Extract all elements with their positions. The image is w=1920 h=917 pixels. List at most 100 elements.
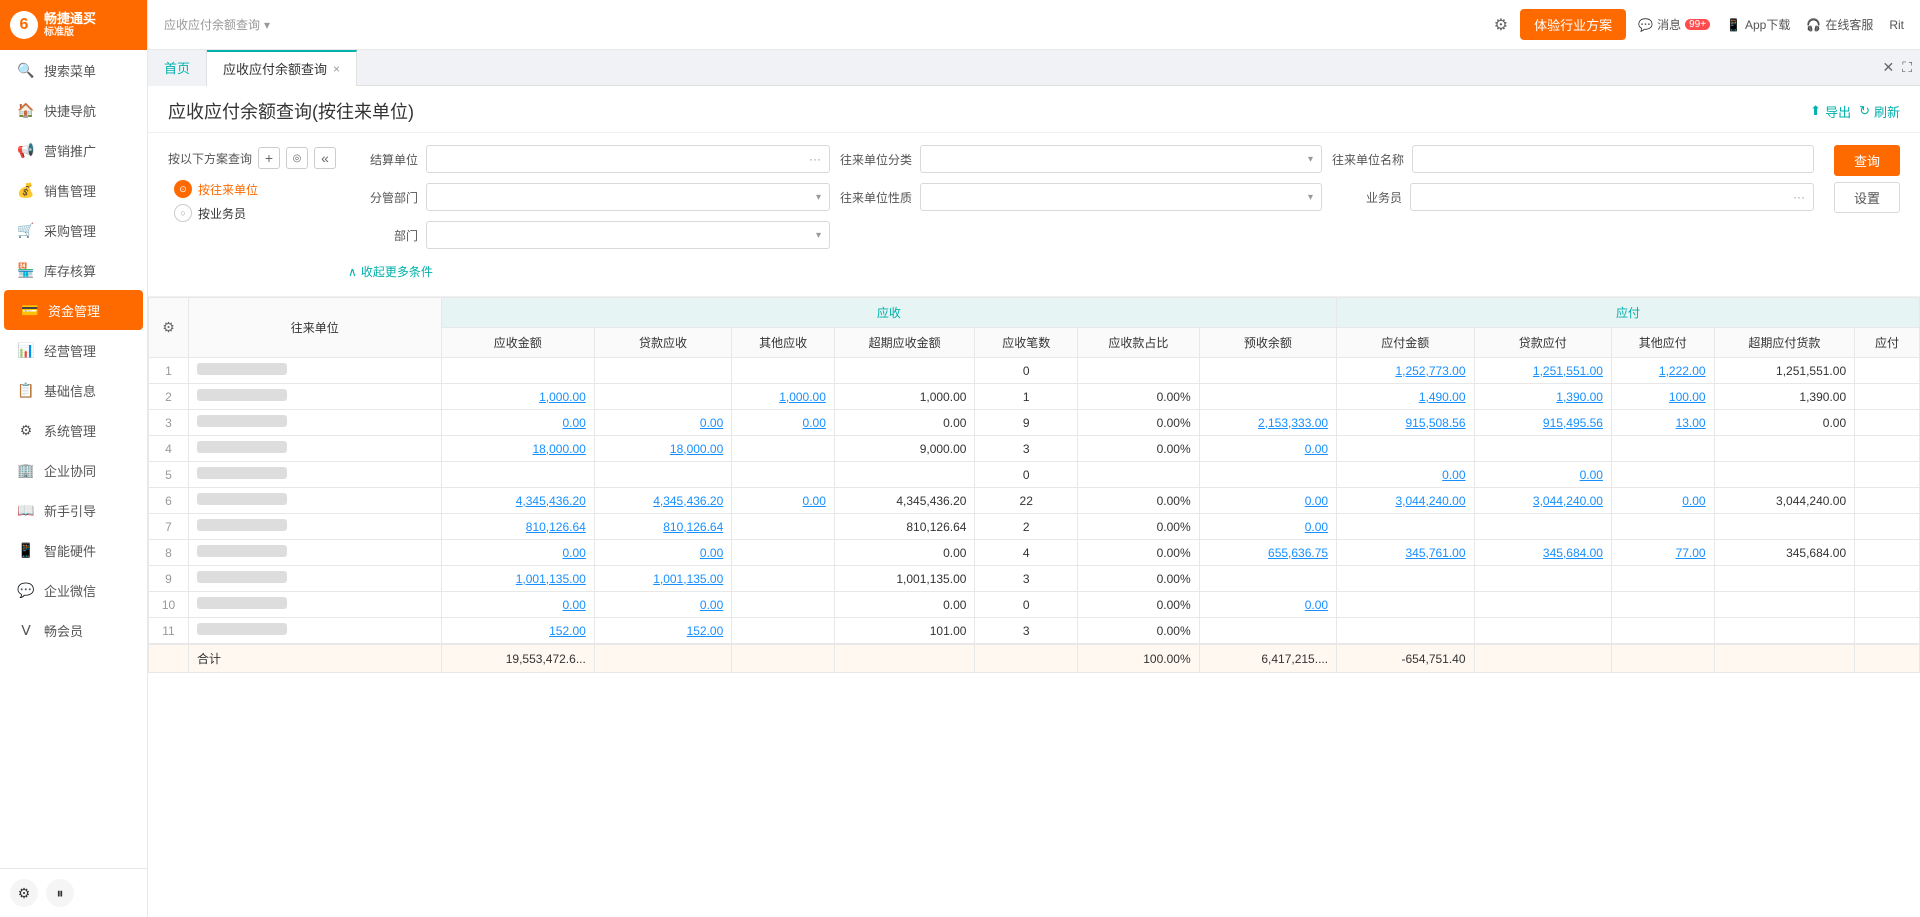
sidebar-item-search[interactable]: 🔍 搜索菜单 (0, 50, 147, 90)
cell-dk-yingshou[interactable]: 0.00 (594, 592, 731, 618)
settings-bottom-btn[interactable]: ⚙ (10, 879, 38, 907)
tab-close-window-btn[interactable]: ✕ (1882, 59, 1894, 76)
cell-yingshou-je[interactable]: 810,126.64 (441, 514, 594, 540)
sidebar-item-wechat[interactable]: 💬 企业微信 (0, 570, 147, 610)
cell-yingshou-je[interactable]: 4,345,436.20 (441, 488, 594, 514)
filter-collapse-btn[interactable]: « (314, 147, 336, 169)
sidebar-item-quicknav[interactable]: 🏠 快捷导航 (0, 90, 147, 130)
sidebar-item-purchase[interactable]: 🛒 采购管理 (0, 210, 147, 250)
cell-dk-yingshou[interactable]: 810,126.64 (594, 514, 731, 540)
mode-by-partner[interactable]: ⊙ 按往来单位 (168, 177, 336, 201)
cell-yushou[interactable]: 0.00 (1199, 514, 1336, 540)
cell-qt-yingshou[interactable]: 0.00 (732, 410, 835, 436)
cell-dk-yingshou[interactable]: 18,000.00 (594, 436, 731, 462)
cell-dk-yingshou[interactable]: 4,345,436.20 (594, 488, 731, 514)
sidebar-item-sales-label: 销售管理 (44, 181, 96, 200)
sidebar-item-hardware[interactable]: 📱 智能硬件 (0, 530, 147, 570)
filter-settlement-input[interactable]: ··· (426, 145, 830, 173)
cell-qt-yingfu[interactable]: 77.00 (1611, 540, 1714, 566)
cell-yushou[interactable]: 655,636.75 (1199, 540, 1336, 566)
cell-zhanbi: 0.00% (1078, 566, 1200, 592)
topbar-message-btn[interactable]: 💬 消息 99+ (1638, 16, 1710, 33)
filter-salesperson-input[interactable]: ··· (1410, 183, 1814, 211)
sidebar-item-basic[interactable]: 📋 基础信息 (0, 370, 147, 410)
filter-scheme-btn[interactable]: ◎ (286, 147, 308, 169)
cell-partner-name (189, 488, 442, 514)
col-chaoqi-yingfu: 超期应付货款 (1714, 328, 1855, 358)
cell-yushou[interactable]: 0.00 (1199, 436, 1336, 462)
sidebar-item-marketing[interactable]: 📢 营销推广 (0, 130, 147, 170)
cell-qt-yingfu[interactable]: 100.00 (1611, 384, 1714, 410)
topbar-service-btn[interactable]: 🎧 在线客服 (1806, 16, 1873, 33)
export-btn[interactable]: ⬆ 导出 (1810, 102, 1851, 121)
topbar-user[interactable]: Rit (1889, 18, 1904, 32)
cell-yushou[interactable]: 2,153,333.00 (1199, 410, 1336, 436)
cell-yingfu-je[interactable]: 345,761.00 (1337, 540, 1474, 566)
cell-dk-yingfu (1474, 592, 1611, 618)
filter-partner-name-input[interactable] (1412, 145, 1814, 173)
filter-add-btn[interactable]: + (258, 147, 280, 169)
cell-yingshou-je[interactable]: 1,001,135.00 (441, 566, 594, 592)
cell-yushou[interactable]: 0.00 (1199, 592, 1336, 618)
sidebar-item-inventory[interactable]: 🏪 库存核算 (0, 250, 147, 290)
cell-yingfu-je[interactable]: 1,252,773.00 (1337, 358, 1474, 384)
cell-zhanbi: 0.00% (1078, 618, 1200, 645)
cell-dk-yingfu[interactable]: 1,390.00 (1474, 384, 1611, 410)
cell-qt-yingfu[interactable]: 0.00 (1611, 488, 1714, 514)
sidebar-item-sales[interactable]: 💰 销售管理 (0, 170, 147, 210)
sidebar-item-operation[interactable]: 📊 经营管理 (0, 330, 147, 370)
cell-yingshou-je[interactable]: 0.00 (441, 410, 594, 436)
cell-qt-yingfu[interactable]: 13.00 (1611, 410, 1714, 436)
cell-yingfu-je[interactable]: 0.00 (1337, 462, 1474, 488)
mode-by-salesperson[interactable]: ○ 按业务员 (168, 201, 336, 225)
sidebar-item-enterprise[interactable]: 🏢 企业协同 (0, 450, 147, 490)
cell-yingshou-je[interactable]: 0.00 (441, 540, 594, 566)
setting-btn[interactable]: 设置 (1834, 182, 1900, 213)
filter-partner-nature-input[interactable]: ▾ (920, 183, 1322, 211)
refresh-btn[interactable]: ↻ 刷新 (1859, 102, 1900, 121)
cell-yingshou-je[interactable]: 1,000.00 (441, 384, 594, 410)
cell-dk-yingshou[interactable]: 1,001,135.00 (594, 566, 731, 592)
sidebar-item-system[interactable]: ⚙ 系统管理 (0, 410, 147, 450)
tab-balance-query[interactable]: 应收应付余额查询 × (207, 50, 357, 86)
collapse-conditions-btn[interactable]: ∧ 收起更多条件 (348, 263, 1814, 280)
cell-qt-yingfu[interactable]: 1,222.00 (1611, 358, 1714, 384)
tab-home[interactable]: 首页 (148, 50, 207, 86)
cell-dk-yingfu[interactable]: 915,495.56 (1474, 410, 1611, 436)
filter-partner-category-input[interactable]: ▾ (920, 145, 1322, 173)
cell-dk-yingfu[interactable]: 345,684.00 (1474, 540, 1611, 566)
cell-dk-yingshou[interactable]: 152.00 (594, 618, 731, 645)
cell-qt-yingshou (732, 462, 835, 488)
cell-dk-yingshou[interactable]: 0.00 (594, 540, 731, 566)
col-yingshou-je: 应收金额 (441, 328, 594, 358)
collapse-sidebar-btn[interactable]: ⏸ (46, 879, 74, 907)
sidebar-item-finance[interactable]: 💳 资金管理 (4, 290, 143, 330)
tab-close-icon[interactable]: × (333, 62, 340, 76)
sidebar-item-member[interactable]: Ⅴ 畅会员 (0, 610, 147, 650)
filter-dept-input[interactable]: ▾ (426, 183, 830, 211)
query-btn[interactable]: 查询 (1834, 145, 1900, 176)
topbar-appdownload-btn[interactable]: 📱 App下载 (1726, 16, 1790, 33)
cell-qt-yingshou[interactable]: 0.00 (732, 488, 835, 514)
cell-dk-yingfu[interactable]: 1,251,551.00 (1474, 358, 1611, 384)
sidebar-item-guide[interactable]: 📖 新手引导 (0, 490, 147, 530)
cell-yingshou-je[interactable]: 152.00 (441, 618, 594, 645)
cell-dk-yingfu[interactable]: 3,044,240.00 (1474, 488, 1611, 514)
cell-yingshou-je[interactable]: 18,000.00 (441, 436, 594, 462)
cell-zhanbi: 0.00% (1078, 410, 1200, 436)
cell-yingfu-je[interactable]: 915,508.56 (1337, 410, 1474, 436)
topbar-gear-icon[interactable]: ⚙ (1494, 15, 1508, 35)
cell-dk-yingfu[interactable]: 0.00 (1474, 462, 1611, 488)
filter-department-input[interactable]: ▾ (426, 221, 830, 249)
cell-yingfu-je[interactable]: 1,490.00 (1337, 384, 1474, 410)
tab-expand-btn[interactable]: ⛶ (1902, 59, 1912, 76)
topbar-dropdown-arrow[interactable]: ▾ (264, 18, 270, 32)
col-settings[interactable]: ⚙ (149, 298, 189, 358)
table-settings-icon[interactable]: ⚙ (162, 319, 175, 335)
cell-yingshou-je[interactable]: 0.00 (441, 592, 594, 618)
cell-yingfu-je[interactable]: 3,044,240.00 (1337, 488, 1474, 514)
cell-yushou[interactable]: 0.00 (1199, 488, 1336, 514)
cell-qt-yingshou[interactable]: 1,000.00 (732, 384, 835, 410)
cell-dk-yingshou[interactable]: 0.00 (594, 410, 731, 436)
topbar-promo-btn[interactable]: 体验行业方案 (1520, 9, 1626, 40)
